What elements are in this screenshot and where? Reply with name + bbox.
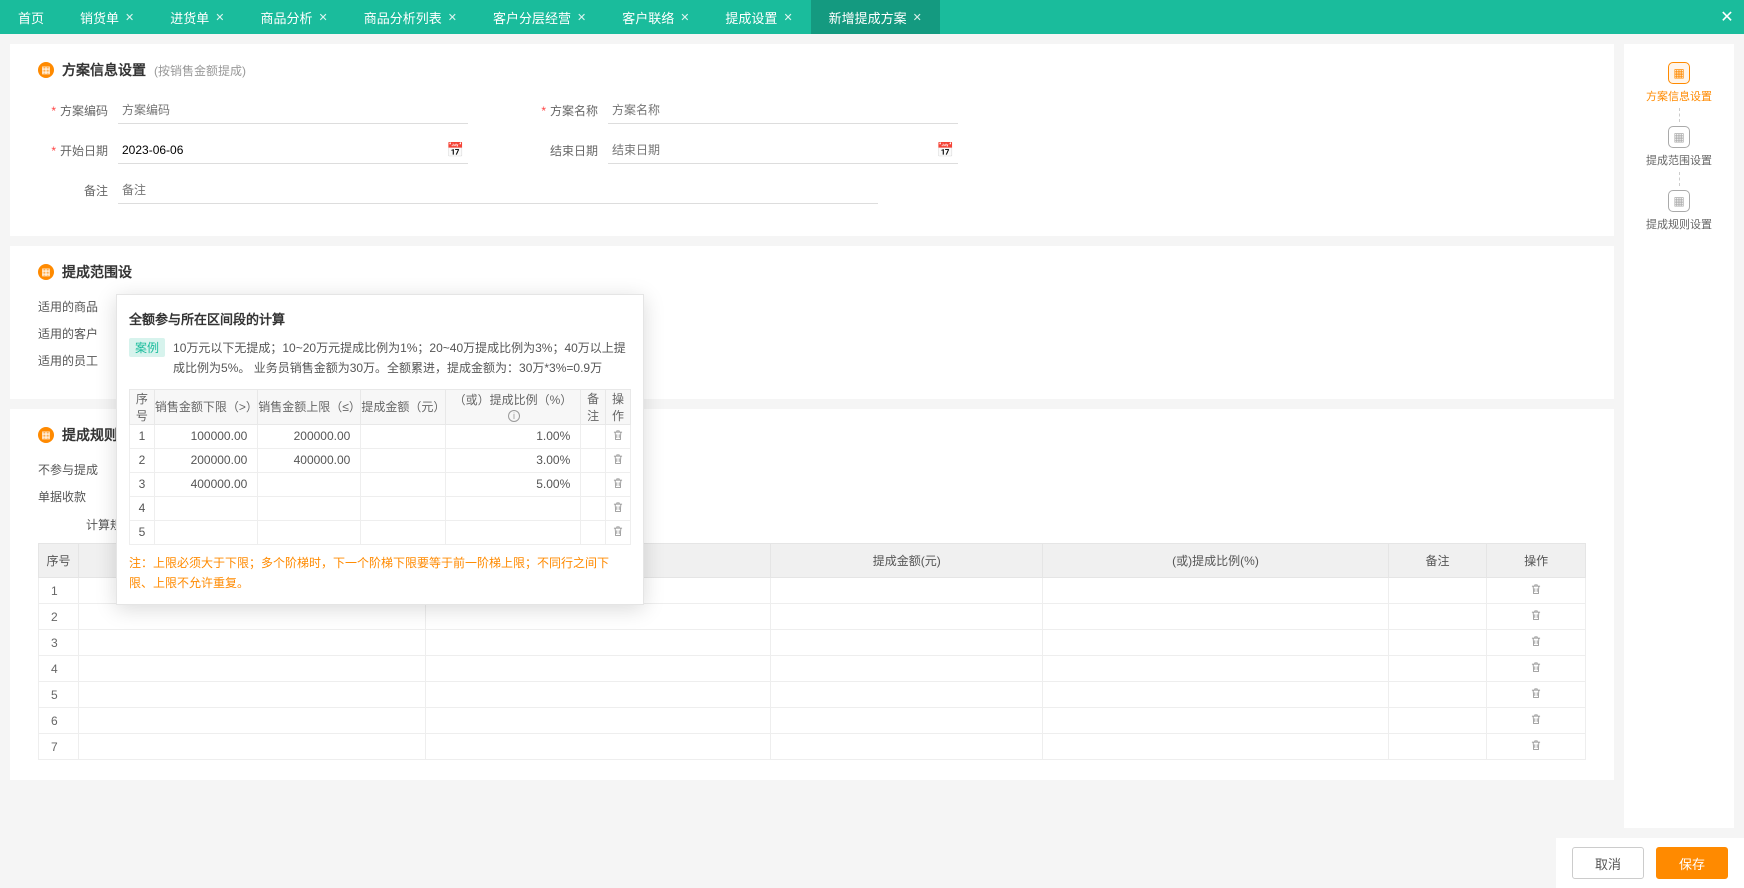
col-header: 销售金额下限（>） xyxy=(154,389,257,424)
info-icon[interactable]: i xyxy=(508,410,520,422)
popover-title: 全额参与所在区间段的计算 xyxy=(129,309,631,328)
delete-icon[interactable] xyxy=(611,500,625,514)
delete-icon[interactable] xyxy=(1529,582,1543,596)
section-title: 方案信息设置 xyxy=(62,60,146,80)
delete-icon[interactable] xyxy=(1529,634,1543,648)
col-header: 序号 xyxy=(39,544,79,578)
input-end-date[interactable] xyxy=(608,136,958,164)
footer-actions: 取消 保存 xyxy=(1556,838,1744,888)
table-row[interactable]: 6 xyxy=(39,708,1586,734)
delete-icon[interactable] xyxy=(611,524,625,538)
anchor-icon: ▦ xyxy=(1668,62,1690,84)
label-amount: 单据收款 xyxy=(38,488,124,505)
table-row: 3400000.005.00% xyxy=(130,472,631,496)
tab-进货单[interactable]: 进货单✕ xyxy=(152,0,242,34)
tab-提成设置[interactable]: 提成设置✕ xyxy=(707,0,810,34)
tab-客户分层经营[interactable]: 客户分层经营✕ xyxy=(475,0,604,34)
table-row: 5 xyxy=(130,520,631,544)
tab-close-icon[interactable]: ✕ xyxy=(125,11,134,24)
tab-close-icon[interactable]: ✕ xyxy=(577,11,586,24)
anchor-icon: ▦ xyxy=(1668,126,1690,148)
anchor-提成规则设置[interactable]: ▦提成规则设置 xyxy=(1646,190,1712,232)
tab-新增提成方案[interactable]: 新增提成方案✕ xyxy=(811,0,940,34)
section-icon: ▦ xyxy=(38,264,54,280)
main-column: ▦ 方案信息设置 (按销售金额提成) 方案编码 方案名称 开始日期 xyxy=(10,44,1614,828)
cancel-button[interactable]: 取消 xyxy=(1572,847,1644,879)
label-scheme-code: 方案编码 xyxy=(38,102,118,119)
input-remark[interactable] xyxy=(118,176,878,204)
tab-close-icon[interactable]: ✕ xyxy=(680,11,689,24)
right-anchor-nav: ▦方案信息设置 ▦提成范围设置 ▦提成规则设置 xyxy=(1624,44,1734,828)
delete-icon[interactable] xyxy=(1529,712,1543,726)
delete-icon[interactable] xyxy=(1529,608,1543,622)
table-row[interactable]: 5 xyxy=(39,682,1586,708)
delete-icon[interactable] xyxy=(1529,738,1543,752)
example-table: 序号销售金额下限（>）销售金额上限（≤）提成金额（元）（或）提成比例（%） i备… xyxy=(129,389,631,545)
table-row: 1100000.00200000.001.00% xyxy=(130,424,631,448)
delete-icon[interactable] xyxy=(611,476,625,490)
delete-icon[interactable] xyxy=(611,428,625,442)
delete-icon[interactable] xyxy=(1529,686,1543,700)
label-remark: 备注 xyxy=(38,182,118,199)
col-header: （或）提成比例（%） i xyxy=(445,389,581,424)
label-staff: 适用的员工 xyxy=(38,352,124,369)
tab-商品分析列表[interactable]: 商品分析列表✕ xyxy=(346,0,475,34)
popover-note: 注：上限必须大于下限；多个阶梯时，下一个阶梯下限要等于前一阶梯上限；不同行之间下… xyxy=(129,553,631,594)
tab-close-icon[interactable]: ✕ xyxy=(215,11,224,24)
col-header: 序号 xyxy=(130,389,155,424)
close-all-tabs-button[interactable]: ✕ xyxy=(1710,0,1744,34)
tab-销货单[interactable]: 销货单✕ xyxy=(62,0,152,34)
section-title: 提成范围设 xyxy=(62,262,132,282)
tab-商品分析[interactable]: 商品分析✕ xyxy=(242,0,345,34)
table-row[interactable]: 2 xyxy=(39,604,1586,630)
input-scheme-code[interactable] xyxy=(118,96,468,124)
label-scheme-name: 方案名称 xyxy=(528,102,608,119)
col-header: 备注 xyxy=(1388,544,1487,578)
col-header: 销售金额上限（≤） xyxy=(258,389,361,424)
col-header: (或)提成比例(%) xyxy=(1043,544,1389,578)
section-icon: ▦ xyxy=(38,427,54,443)
col-header: 备注 xyxy=(581,389,606,424)
label-goods: 适用的商品 xyxy=(38,298,124,315)
input-start-date[interactable] xyxy=(118,136,468,164)
section-icon: ▦ xyxy=(38,62,54,78)
delete-icon[interactable] xyxy=(1529,660,1543,674)
label-start-date: 开始日期 xyxy=(38,142,118,159)
anchor-方案信息设置[interactable]: ▦方案信息设置 xyxy=(1646,62,1712,104)
tab-close-icon[interactable]: ✕ xyxy=(913,11,922,24)
label-exclude: 不参与提成 xyxy=(38,461,124,478)
col-header: 提成金额（元） xyxy=(361,389,445,424)
table-row[interactable]: 7 xyxy=(39,734,1586,760)
section-subtitle: (按销售金额提成) xyxy=(154,62,246,79)
card-scheme-info: ▦ 方案信息设置 (按销售金额提成) 方案编码 方案名称 开始日期 xyxy=(10,44,1614,236)
anchor-提成范围设置[interactable]: ▦提成范围设置 xyxy=(1646,126,1712,168)
tab-close-icon[interactable]: ✕ xyxy=(448,11,457,24)
example-popover: 全额参与所在区间段的计算 案例 10万元以下无提成；10~20万元提成比例为1%… xyxy=(116,294,644,605)
input-scheme-name[interactable] xyxy=(608,96,958,124)
tab-close-icon[interactable]: ✕ xyxy=(319,11,328,24)
col-header: 提成金额(元) xyxy=(771,544,1043,578)
col-header: 操作 xyxy=(1487,544,1586,578)
col-header: 操作 xyxy=(606,389,631,424)
table-row[interactable]: 4 xyxy=(39,656,1586,682)
table-row[interactable]: 3 xyxy=(39,630,1586,656)
tab-首页[interactable]: 首页 xyxy=(0,0,62,34)
example-text: 10万元以下无提成；10~20万元提成比例为1%；20~40万提成比例为3%；4… xyxy=(173,338,631,379)
tab-客户联络[interactable]: 客户联络✕ xyxy=(604,0,707,34)
tab-close-icon[interactable]: ✕ xyxy=(783,11,792,24)
anchor-icon: ▦ xyxy=(1668,190,1690,212)
table-row: 4 xyxy=(130,496,631,520)
label-customer: 适用的客户 xyxy=(38,325,124,342)
save-button[interactable]: 保存 xyxy=(1656,847,1728,879)
table-row: 2200000.00400000.003.00% xyxy=(130,448,631,472)
top-tab-bar: 首页销货单✕进货单✕商品分析✕商品分析列表✕客户分层经营✕客户联络✕提成设置✕新… xyxy=(0,0,1744,34)
label-end-date: 结束日期 xyxy=(528,142,608,159)
example-tag: 案例 xyxy=(129,338,165,357)
delete-icon[interactable] xyxy=(611,452,625,466)
